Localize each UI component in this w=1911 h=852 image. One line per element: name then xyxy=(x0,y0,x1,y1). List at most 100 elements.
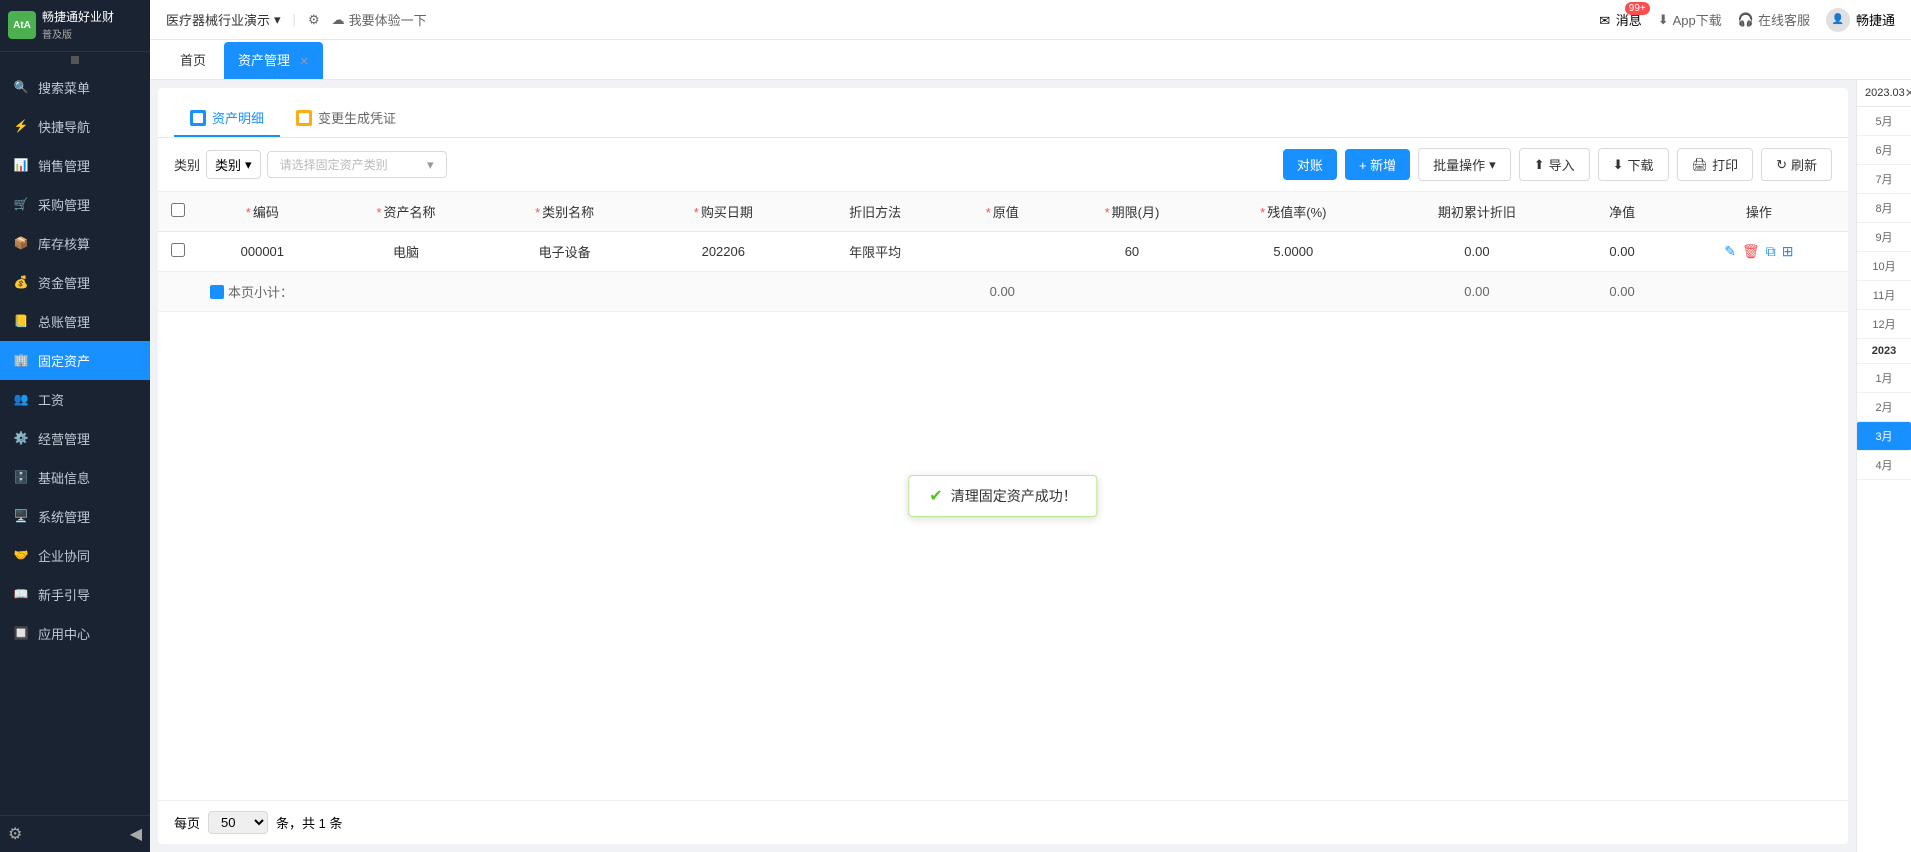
sidebar-item-sales[interactable]: 销售管理 xyxy=(0,146,150,185)
select-all-header[interactable] xyxy=(158,192,198,232)
sidebar-item-payroll[interactable]: 工资 xyxy=(0,380,150,419)
close-panel-icon[interactable]: ✕ xyxy=(1905,86,1911,100)
sidebar-item-app[interactable]: 应用中心 xyxy=(0,614,150,653)
edit-button[interactable]: ✎ xyxy=(1724,243,1736,260)
sidebar: AtA 畅捷通好业财 普及版 搜索菜单 快捷导航 销售管理 采购管理 xyxy=(0,0,150,852)
sidebar-item-finance[interactable]: 资金管理 xyxy=(0,263,150,302)
download-icon: ⬇ xyxy=(1658,12,1669,28)
sidebar-item-inventory[interactable]: 库存核算 xyxy=(0,224,150,263)
month-9[interactable]: 9月 xyxy=(1857,223,1911,252)
assets-icon xyxy=(12,351,30,369)
category-input[interactable]: 请选择固定资产类别 ▾ xyxy=(267,151,447,178)
download-icon: ⬇ xyxy=(1613,157,1624,173)
month-11[interactable]: 11月 xyxy=(1857,281,1911,310)
select-all-checkbox[interactable] xyxy=(171,203,185,217)
sidebar-menu: 搜索菜单 快捷导航 销售管理 采购管理 库存核算 资金管理 总账管理 固定资产 xyxy=(0,68,150,815)
chevron-down-icon: ▾ xyxy=(245,157,252,173)
sidebar-item-label: 应用中心 xyxy=(38,624,90,643)
table-wrap: *编码 *资产名称 *类别名称 *购买日期 折旧方法 *原值 *期限(月) *残… xyxy=(158,192,1848,800)
month-8[interactable]: 8月 xyxy=(1857,194,1911,223)
guide-icon xyxy=(12,585,30,603)
month-4[interactable]: 4月 xyxy=(1857,451,1911,480)
app-download-button[interactable]: ⬇ App下载 xyxy=(1658,10,1722,29)
row-depreciation: 年限平均 xyxy=(803,232,948,272)
month-12[interactable]: 12月 xyxy=(1857,310,1911,339)
month-3[interactable]: 3月 xyxy=(1857,422,1911,451)
col-category: *类别名称 xyxy=(485,192,644,232)
month-2[interactable]: 2月 xyxy=(1857,393,1911,422)
copy-button[interactable]: ⧉ xyxy=(1766,243,1776,260)
collapse-icon[interactable]: ◀ xyxy=(130,824,142,844)
user-menu[interactable]: 👤 畅捷通 xyxy=(1826,8,1895,32)
message-button[interactable]: ✉ 消息 99+ xyxy=(1599,10,1642,29)
sidebar-item-sys[interactable]: 系统管理 xyxy=(0,497,150,536)
tab-close-icon[interactable]: ✕ xyxy=(300,56,309,68)
settings-icon[interactable]: ⚙ xyxy=(8,824,22,844)
sidebar-item-guide[interactable]: 新手引导 xyxy=(0,575,150,614)
avatar: 👤 xyxy=(1826,8,1850,32)
refresh-button[interactable]: ↻ 刷新 xyxy=(1761,148,1832,181)
download-button[interactable]: ⬇ 下载 xyxy=(1598,148,1669,181)
per-page-select[interactable]: 50 100 xyxy=(208,811,268,834)
sidebar-logo: AtA 畅捷通好业财 普及版 xyxy=(8,10,142,41)
row-checkbox-cell[interactable] xyxy=(158,232,198,272)
filter-area: 类别 类别 ▾ 请选择固定资产类别 ▾ xyxy=(174,150,447,179)
print-icon: 🖨 xyxy=(1692,157,1709,173)
toolbar-actions: 对账 + 新增 批量操作 ▾ ⬆ 导入 ⬇ 下载 🖨 xyxy=(1283,148,1832,181)
sys-icon xyxy=(12,507,30,525)
message-text: 消息 xyxy=(1616,13,1642,28)
month-1[interactable]: 1月 xyxy=(1857,364,1911,393)
sidebar-item-label: 采购管理 xyxy=(38,195,90,214)
sidebar-item-ops[interactable]: 经营管理 xyxy=(0,419,150,458)
month-7[interactable]: 7月 xyxy=(1857,165,1911,194)
settings-button[interactable]: ⚙ xyxy=(308,12,320,28)
inventory-icon xyxy=(12,234,30,252)
sidebar-item-label: 快捷导航 xyxy=(38,117,90,136)
sidebar-item-corp[interactable]: 企业协同 xyxy=(0,536,150,575)
delete-button[interactable]: 🗑 xyxy=(1742,243,1760,260)
online-service-button[interactable]: 🎧 在线客服 xyxy=(1738,10,1810,29)
service-icon: 🎧 xyxy=(1738,12,1754,28)
sidebar-item-label: 搜索菜单 xyxy=(38,78,90,97)
asset-table: *编码 *资产名称 *类别名称 *购买日期 折旧方法 *原值 *期限(月) *残… xyxy=(158,192,1848,312)
sidebar-item-base[interactable]: 基础信息 xyxy=(0,458,150,497)
reconcile-button[interactable]: 对账 xyxy=(1283,149,1337,180)
filter-select[interactable]: 类别 ▾ xyxy=(206,150,261,179)
more-button[interactable]: ⊞ xyxy=(1782,243,1794,260)
asset-detail-icon xyxy=(190,110,206,126)
sidebar-item-purchase[interactable]: 采购管理 xyxy=(0,185,150,224)
company-selector[interactable]: 医疗器械行业演示 ▾ xyxy=(166,10,281,29)
import-button[interactable]: ⬆ 导入 xyxy=(1519,148,1590,181)
sidebar-item-label: 经营管理 xyxy=(38,429,90,448)
experience-button[interactable]: ☁ 我要体验一下 xyxy=(332,10,427,29)
sidebar-item-assets[interactable]: 固定资产 xyxy=(0,341,150,380)
corp-icon xyxy=(12,546,30,564)
subtotal-icon xyxy=(210,285,224,299)
month-6[interactable]: 6月 xyxy=(1857,136,1911,165)
purchase-icon xyxy=(12,195,30,213)
subtab-voucher[interactable]: 变更生成凭证 xyxy=(280,100,412,137)
toolbar: 类别 类别 ▾ 请选择固定资产类别 ▾ 对账 + 新增 批量操作 ▾ xyxy=(158,138,1848,192)
batch-button[interactable]: 批量操作 ▾ xyxy=(1418,148,1511,181)
sidebar-item-search[interactable]: 搜索菜单 xyxy=(0,68,150,107)
scroll-up-indicator xyxy=(71,56,79,64)
year-2023[interactable]: 2023 xyxy=(1857,339,1911,364)
app-icon xyxy=(12,624,30,642)
message-icon: ✉ xyxy=(1599,13,1610,28)
month-5[interactable]: 5月 xyxy=(1857,107,1911,136)
tab-assets[interactable]: 资产管理 ✕ xyxy=(224,42,323,79)
subtab-asset-detail[interactable]: 资产明细 xyxy=(174,100,280,137)
voucher-icon xyxy=(296,110,312,126)
sidebar-item-ledger[interactable]: 总账管理 xyxy=(0,302,150,341)
month-10[interactable]: 10月 xyxy=(1857,252,1911,281)
sidebar-item-nav[interactable]: 快捷导航 xyxy=(0,107,150,146)
content-main: 资产明细 变更生成凭证 类别 类别 ▾ xyxy=(158,88,1848,844)
main: 医疗器械行业演示 ▾ | ⚙ ☁ 我要体验一下 ✉ 消息 99+ ⬇ App下载… xyxy=(150,0,1911,852)
row-checkbox[interactable] xyxy=(171,243,185,257)
tab-home[interactable]: 首页 xyxy=(166,42,220,79)
new-button[interactable]: + 新增 xyxy=(1345,149,1410,180)
subtotal-net: 0.00 xyxy=(1574,272,1670,312)
subtabs: 资产明细 变更生成凭证 xyxy=(158,88,1848,138)
toast-message: 清理固定资产成功！ xyxy=(951,486,1077,506)
print-button[interactable]: 🖨 打印 xyxy=(1677,148,1754,181)
